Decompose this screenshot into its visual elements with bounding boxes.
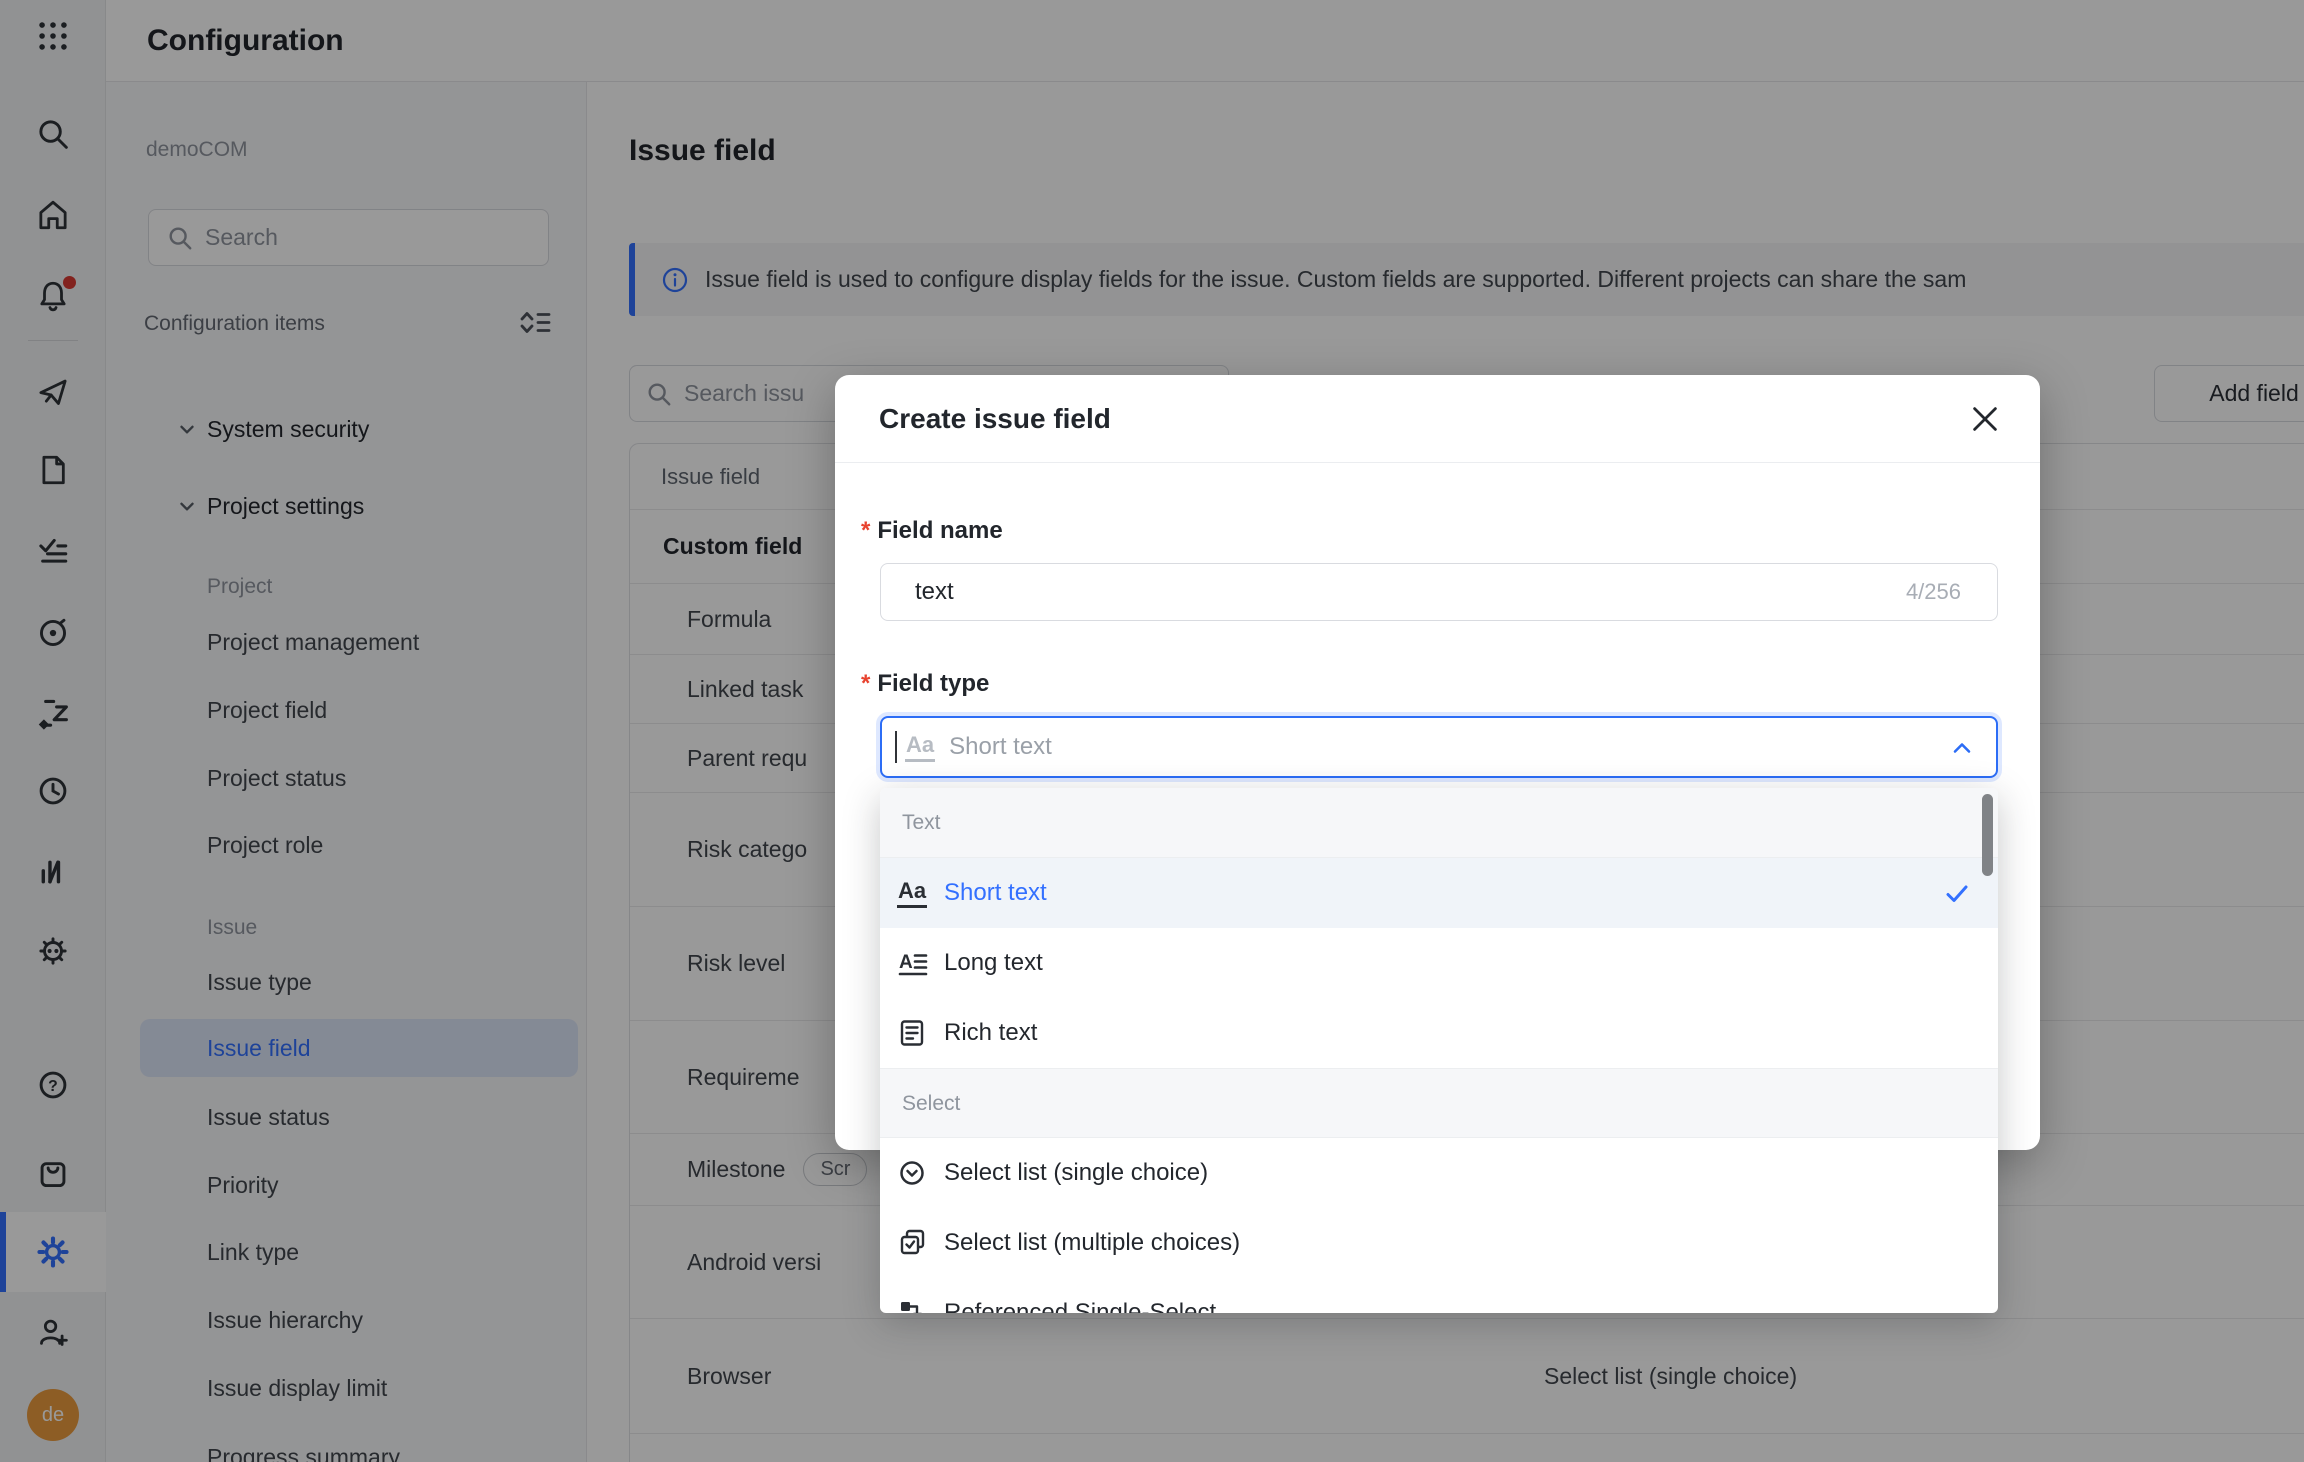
option-rich-text[interactable]: Rich text: [880, 998, 1998, 1068]
dropdown-group-select: Select: [880, 1068, 1998, 1138]
required-asterisk: *: [861, 517, 871, 544]
field-type-dropdown: Text Aa Short text A Long text Rich text…: [880, 788, 1998, 1313]
single-select-icon: [897, 1158, 937, 1188]
multi-select-icon: [897, 1227, 937, 1259]
option-referenced-single-select[interactable]: Referenced Single-Select: [880, 1278, 1998, 1313]
option-select-list-single[interactable]: Select list (single choice): [880, 1138, 1998, 1208]
app-window: ? de Configuration demoCOM Configuration…: [0, 0, 2304, 1462]
text-cursor: [895, 731, 897, 763]
required-asterisk: *: [861, 670, 871, 697]
close-icon[interactable]: [1970, 404, 2000, 434]
option-long-text[interactable]: A Long text: [880, 928, 1998, 998]
referenced-select-icon: [897, 1298, 937, 1313]
option-short-text[interactable]: Aa Short text: [880, 858, 1998, 928]
check-icon: [1946, 885, 1968, 902]
field-type-select[interactable]: Aa Short text: [880, 716, 1998, 778]
short-text-icon: Aa: [897, 878, 937, 908]
dropdown-group-text: Text: [880, 788, 1998, 858]
dropdown-scrollbar-thumb[interactable]: [1982, 794, 1993, 876]
field-type-label: * Field type: [861, 670, 990, 697]
field-name-input[interactable]: [915, 578, 1795, 606]
long-text-icon: A: [897, 947, 937, 979]
modal-header: Create issue field: [835, 375, 2040, 463]
option-select-list-multiple[interactable]: Select list (multiple choices): [880, 1208, 1998, 1278]
char-counter: 4/256: [1905, 579, 1961, 604]
rich-text-icon: [897, 1018, 937, 1048]
short-text-icon: Aa: [905, 732, 936, 762]
field-name-input-box[interactable]: 4/256: [880, 563, 1998, 621]
field-type-placeholder: Short text: [949, 733, 1052, 760]
field-name-label: * Field name: [861, 517, 1003, 544]
modal-title: Create issue field: [879, 403, 1111, 434]
svg-text:A: A: [899, 952, 913, 973]
chevron-up-icon[interactable]: [1950, 737, 1974, 761]
